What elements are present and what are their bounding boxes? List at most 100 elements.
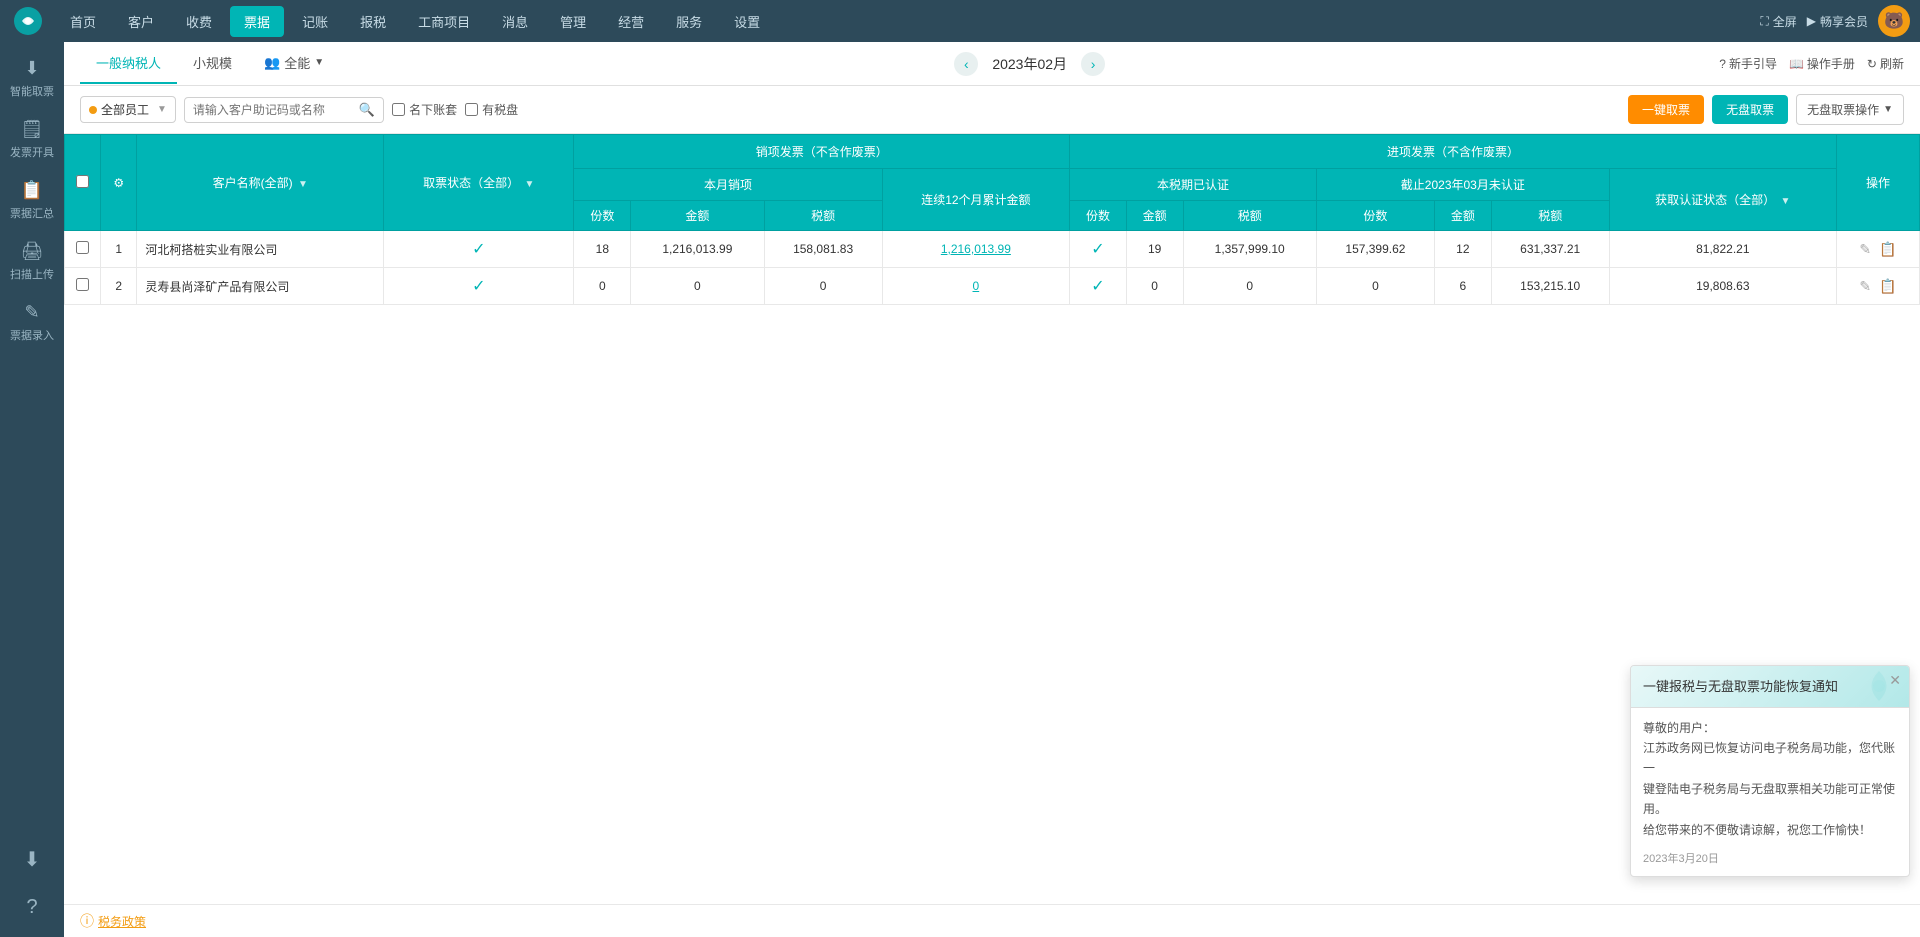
- sidebar-summary-label: 票据汇总: [10, 205, 54, 221]
- video-icon: ▶: [1807, 14, 1816, 28]
- scan-upload-icon: 🖨: [21, 241, 44, 262]
- th-checkbox: [65, 135, 101, 231]
- row1-actions: ✎ 📋: [1836, 231, 1919, 268]
- nav-billing[interactable]: 收费: [172, 6, 226, 37]
- tab-omnipotent[interactable]: 👥 全能 ▼: [248, 43, 340, 84]
- user-avatar[interactable]: 🐻: [1878, 5, 1910, 37]
- tax-disk-checkbox[interactable]: 有税盘: [465, 101, 518, 118]
- th-consecutive-12m: 连续12个月累计金额: [882, 169, 1069, 231]
- th-customer-name: 客户名称(全部) ▼: [137, 135, 384, 231]
- prev-month-button[interactable]: ‹: [954, 52, 978, 76]
- sidebar-item-scan-upload[interactable]: 🖨 扫描上传: [4, 233, 60, 290]
- smart-fetch-icon: ⬇: [24, 58, 39, 79]
- name-account-checkbox-input[interactable]: [392, 103, 405, 116]
- nav-operations[interactable]: 经营: [604, 6, 658, 37]
- sidebar-item-smart-fetch[interactable]: ⬇ 智能取票: [4, 50, 60, 107]
- th-until-march-unrecognized: 截止2023年03月未认证: [1316, 169, 1609, 201]
- row1-detail-icon[interactable]: 📋: [1879, 241, 1896, 258]
- nav-tax[interactable]: 报税: [346, 6, 400, 37]
- fetch-status-filter-icon[interactable]: ▼: [525, 179, 535, 190]
- th-unrecognized-tax: 税额: [1491, 201, 1609, 231]
- row1-unrecognized-amount: 631,337.21: [1491, 231, 1609, 268]
- row1-checkbox[interactable]: [76, 241, 89, 254]
- search-icon[interactable]: 🔍: [359, 102, 375, 118]
- row1-purchase-tax: 157,399.62: [1316, 231, 1434, 268]
- footer: ⓘ 税务政策: [64, 904, 1920, 937]
- notification-body-line2: 键登陆电子税务局与无盘取票相关功能可正常使: [1643, 779, 1897, 799]
- summary-icon: 📋: [21, 180, 43, 201]
- sidebar-help-icon[interactable]: ?: [12, 887, 52, 927]
- fullscreen-button[interactable]: ⛶ 全屏: [1760, 13, 1796, 30]
- no-disk-ops-dropdown-icon: ▼: [1883, 104, 1893, 115]
- month-display: 2023年02月: [992, 54, 1067, 74]
- row2-edit-icon[interactable]: ✎: [1859, 278, 1871, 295]
- th-current-month-sales: 本月销项: [574, 169, 882, 201]
- th-purchase-amount: 金额: [1126, 201, 1183, 231]
- nav-home[interactable]: 首页: [56, 6, 110, 37]
- tax-disk-checkbox-input[interactable]: [465, 103, 478, 116]
- sidebar-scan-upload-label: 扫描上传: [10, 266, 54, 282]
- recognition-status-filter-icon[interactable]: ▼: [1781, 196, 1791, 207]
- employee-select[interactable]: 全部员工 ▼: [80, 96, 176, 123]
- notification-header: ✕ 一键报税与无盘取票功能恢复通知: [1631, 666, 1909, 708]
- row2-recognition-status: ✓: [1070, 268, 1127, 305]
- row2-sales-tax: 0: [764, 268, 882, 305]
- row2-actions: ✎ 📋: [1836, 268, 1919, 305]
- member-button[interactable]: ▶ 畅享会员: [1807, 13, 1868, 30]
- month-navigation: ‹ 2023年02月 ›: [340, 52, 1719, 76]
- row2-sales-count: 0: [574, 268, 631, 305]
- name-account-checkbox[interactable]: 名下账套: [392, 101, 457, 118]
- customer-filter-icon[interactable]: ▼: [298, 179, 308, 190]
- sidebar-item-summary[interactable]: 📋 票据汇总: [4, 172, 60, 229]
- app-logo: [10, 3, 46, 39]
- row1-edit-icon[interactable]: ✎: [1859, 241, 1871, 258]
- row2-checkbox[interactable]: [76, 278, 89, 291]
- nav-customer[interactable]: 客户: [114, 6, 168, 37]
- notification-body-line3: 用。: [1643, 799, 1897, 819]
- th-sales-group: 销项发票（不含作废票）: [574, 135, 1070, 169]
- nav-manage[interactable]: 管理: [546, 6, 600, 37]
- row1-consecutive-12m: 1,216,013.99: [882, 231, 1069, 268]
- nav-business[interactable]: 工商项目: [404, 6, 484, 37]
- sidebar-item-data-entry[interactable]: ✎ 票据录入: [4, 294, 60, 351]
- th-fetch-status: 取票状态（全部） ▼: [384, 135, 574, 231]
- row1-unrecognized-count: 12: [1434, 231, 1491, 268]
- tab-omnipotent-dropdown-icon: ▼: [314, 57, 324, 68]
- tab-general-taxpayer[interactable]: 一般纳税人: [80, 43, 177, 84]
- row1-num: 1: [101, 231, 137, 268]
- one-click-fetch-button[interactable]: 一键取票: [1628, 95, 1704, 124]
- no-disk-ops-label: 无盘取票操作: [1807, 101, 1879, 118]
- nav-settings[interactable]: 设置: [720, 6, 774, 37]
- search-input[interactable]: [193, 103, 353, 117]
- no-disk-fetch-button[interactable]: 无盘取票: [1712, 95, 1788, 124]
- nav-service[interactable]: 服务: [662, 6, 716, 37]
- th-sales-count: 份数: [574, 201, 631, 231]
- fullscreen-icon: ⛶: [1760, 14, 1768, 29]
- name-account-label: 名下账套: [409, 101, 457, 118]
- nav-message[interactable]: 消息: [488, 6, 542, 37]
- sidebar-download-icon[interactable]: ⬇: [12, 839, 52, 879]
- toolbar-left: 全部员工 ▼ 🔍 名下账套 有税盘: [80, 96, 1618, 123]
- row2-purchase-count: 0: [1126, 268, 1183, 305]
- row2-consecutive-12m: 0: [882, 268, 1069, 305]
- refresh-button[interactable]: ↻ 刷新: [1867, 55, 1904, 72]
- select-all-checkbox[interactable]: [76, 175, 89, 188]
- row1-purchase-amount: 1,357,999.10: [1183, 231, 1316, 268]
- nav-invoice[interactable]: 票据: [230, 6, 284, 37]
- tab-small-scale[interactable]: 小规模: [177, 43, 248, 84]
- no-disk-ops-button[interactable]: 无盘取票操作 ▼: [1796, 94, 1904, 125]
- row2-customer-name: 灵寿县尚泽矿产品有限公司: [137, 268, 384, 305]
- row2-checkbox-cell: [65, 268, 101, 305]
- manual-button[interactable]: 📖 操作手册: [1789, 55, 1855, 72]
- th-settings: ⚙: [101, 135, 137, 231]
- nav-menu: 首页 客户 收费 票据 记账 报税 工商项目 消息 管理 经营 服务 设置: [56, 6, 1760, 37]
- th-sales-amount: 金额: [631, 201, 764, 231]
- th-recognition-status: 获取认证状态（全部） ▼: [1609, 169, 1836, 231]
- row2-purchase-amount: 0: [1183, 268, 1316, 305]
- row2-detail-icon[interactable]: 📋: [1879, 278, 1896, 295]
- next-month-button[interactable]: ›: [1081, 52, 1105, 76]
- guide-button[interactable]: ? 新手引导: [1719, 55, 1777, 72]
- footer-tax-policy-link[interactable]: 税务政策: [98, 913, 146, 930]
- sidebar-item-invoice-issue[interactable]: 🗒 发票开具: [4, 111, 60, 168]
- nav-bookkeeping[interactable]: 记账: [288, 6, 342, 37]
